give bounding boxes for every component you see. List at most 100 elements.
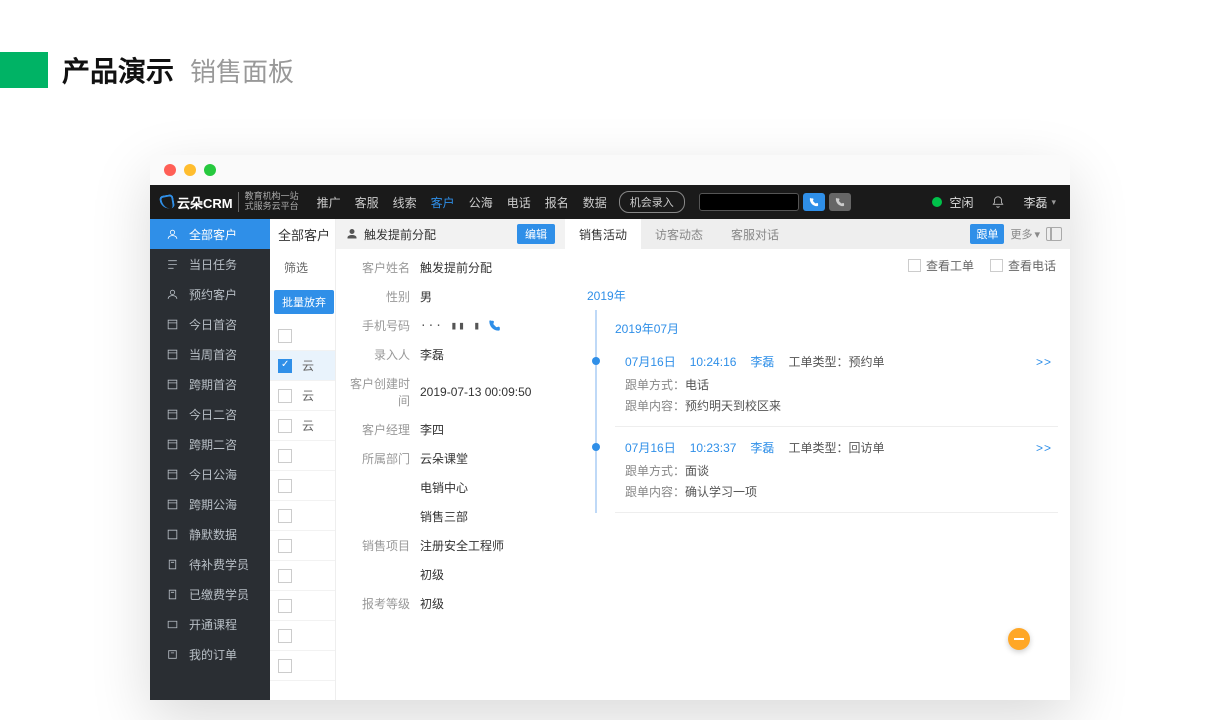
sidebar-item-label: 开通课程 <box>189 616 237 633</box>
detail-field: 客户姓名触发提前分配 <box>348 259 553 276</box>
detail-field-value: 男 <box>420 288 432 305</box>
phone-search-button[interactable] <box>803 193 825 211</box>
timeline-month-group: 2019年07月 07月16日10:24:16李磊工单类型：预约单>>跟单方式：… <box>595 310 1058 513</box>
detail-field: 手机号码··· ▮▮ ▮ <box>348 317 553 334</box>
sidebar-item-0[interactable]: 全部客户 <box>150 219 270 249</box>
floating-action-button[interactable] <box>1008 628 1030 650</box>
row-checkbox[interactable] <box>278 389 292 403</box>
table-row[interactable]: 云 <box>270 381 335 411</box>
table-row[interactable]: 云 <box>270 411 335 441</box>
nav-item-7[interactable]: 数据 <box>583 194 607 211</box>
sidebar-icon <box>166 468 179 481</box>
nav-item-0[interactable]: 推广 <box>317 194 341 211</box>
call-phone-icon[interactable] <box>487 319 501 333</box>
table-row[interactable] <box>270 471 335 501</box>
sidebar-item-14[interactable]: 我的订单 <box>150 639 270 669</box>
entry-time: 10:24:16 <box>690 355 737 369</box>
sidebar-item-8[interactable]: 今日公海 <box>150 459 270 489</box>
logo: 云朵CRM 教育机构一站 式服务云平台 <box>160 192 309 212</box>
sidebar-item-1[interactable]: 当日任务 <box>150 249 270 279</box>
user-name: 李磊 <box>1023 194 1047 211</box>
table-row[interactable] <box>270 531 335 561</box>
timeline-month: 2019年07月 <box>615 310 1058 345</box>
status-area: 空闲 李磊 ▾ <box>932 194 1060 211</box>
nav-item-1[interactable]: 客服 <box>355 194 379 211</box>
detail-field-label: 性别 <box>348 288 410 305</box>
detail-field: 初级 <box>348 566 553 583</box>
select-all-checkbox[interactable] <box>278 329 292 343</box>
row-checkbox[interactable] <box>278 629 292 643</box>
search-input[interactable] <box>699 193 799 211</box>
detail-field: 销售三部 <box>348 508 553 525</box>
row-checkbox[interactable] <box>278 599 292 613</box>
entry-time: 10:23:37 <box>690 441 737 455</box>
sidebar-item-6[interactable]: 今日二咨 <box>150 399 270 429</box>
topbar: 云朵CRM 教育机构一站 式服务云平台 推广客服线索客户公海电话报名数据 机会录… <box>150 185 1070 219</box>
nav-item-4[interactable]: 公海 <box>469 194 493 211</box>
sidebar-item-label: 预约客户 <box>189 286 237 303</box>
activity-tab-2[interactable]: 客服对话 <box>717 219 793 249</box>
sidebar-item-10[interactable]: 静默数据 <box>150 519 270 549</box>
sidebar-item-5[interactable]: 跨期首咨 <box>150 369 270 399</box>
expand-entry-button[interactable]: >> <box>1036 441 1052 455</box>
page-subtitle: 销售面板 <box>190 52 294 89</box>
filter-checkbox-0[interactable]: 查看工单 <box>908 257 974 274</box>
notification-bell-icon[interactable] <box>991 195 1005 209</box>
sidebar-item-2[interactable]: 预约客户 <box>150 279 270 309</box>
table-row[interactable] <box>270 591 335 621</box>
sidebar-item-12[interactable]: 已缴费学员 <box>150 579 270 609</box>
table-row[interactable] <box>270 651 335 681</box>
bulk-abandon-button[interactable]: 批量放弃 <box>274 290 334 314</box>
table-row[interactable] <box>270 501 335 531</box>
followup-button[interactable]: 跟单 <box>970 224 1004 244</box>
filter-label[interactable]: 筛选 <box>270 249 335 285</box>
sidebar-item-9[interactable]: 跨期公海 <box>150 489 270 519</box>
status-indicator[interactable]: 空闲 <box>932 194 973 211</box>
user-menu[interactable]: 李磊 ▾ <box>1023 194 1060 211</box>
sidebar-item-11[interactable]: 待补费学员 <box>150 549 270 579</box>
opportunity-button[interactable]: 机会录入 <box>619 191 685 213</box>
detail-field-value: 李磊 <box>420 346 444 363</box>
row-checkbox[interactable] <box>278 569 292 583</box>
table-row[interactable] <box>270 561 335 591</box>
nav-item-3[interactable]: 客户 <box>431 194 455 211</box>
filter-checkbox-1[interactable]: 查看电话 <box>990 257 1056 274</box>
page-title: 产品演示 <box>62 50 174 90</box>
row-checkbox[interactable] <box>278 479 292 493</box>
row-checkbox[interactable] <box>278 539 292 553</box>
expand-entry-button[interactable]: >> <box>1036 355 1052 369</box>
row-checkbox[interactable] <box>278 449 292 463</box>
table-row[interactable] <box>270 441 335 471</box>
row-checkbox[interactable] <box>278 509 292 523</box>
table-row[interactable] <box>270 621 335 651</box>
sidebar-item-7[interactable]: 跨期二咨 <box>150 429 270 459</box>
window-maximize-dot[interactable] <box>204 164 216 176</box>
sidebar-item-label: 已缴费学员 <box>189 586 249 603</box>
logo-caption: 教育机构一站 式服务云平台 <box>238 192 299 212</box>
entry-date: 07月16日 <box>625 439 676 456</box>
activity-tab-1[interactable]: 访客动态 <box>641 219 717 249</box>
sidebar-item-4[interactable]: 当周首咨 <box>150 339 270 369</box>
alt-phone-button[interactable] <box>829 193 851 211</box>
window-minimize-dot[interactable] <box>184 164 196 176</box>
nav-item-5[interactable]: 电话 <box>507 194 531 211</box>
panel-layout-icon[interactable] <box>1046 227 1062 241</box>
sidebar-item-label: 静默数据 <box>189 526 237 543</box>
detail-field-value: 初级 <box>420 595 444 612</box>
table-row[interactable]: 云 <box>270 351 335 381</box>
sidebar-item-13[interactable]: 开通课程 <box>150 609 270 639</box>
edit-button[interactable]: 编辑 <box>517 224 555 244</box>
row-checkbox[interactable] <box>278 659 292 673</box>
sidebar-item-label: 跨期首咨 <box>189 376 237 393</box>
window-close-dot[interactable] <box>164 164 176 176</box>
sidebar-item-3[interactable]: 今日首咨 <box>150 309 270 339</box>
timeline-entry: 07月16日10:23:37李磊工单类型：回访单>>跟单方式：面谈跟单内容：确认… <box>615 431 1058 513</box>
nav-item-6[interactable]: 报名 <box>545 194 569 211</box>
activity-tab-0[interactable]: 销售活动 <box>565 219 641 249</box>
sidebar-icon <box>166 408 179 421</box>
sidebar-item-label: 全部客户 <box>189 226 237 243</box>
row-checkbox[interactable] <box>278 359 292 373</box>
nav-item-2[interactable]: 线索 <box>393 194 417 211</box>
more-button[interactable]: 更多 ▾ <box>1010 226 1040 242</box>
row-checkbox[interactable] <box>278 419 292 433</box>
